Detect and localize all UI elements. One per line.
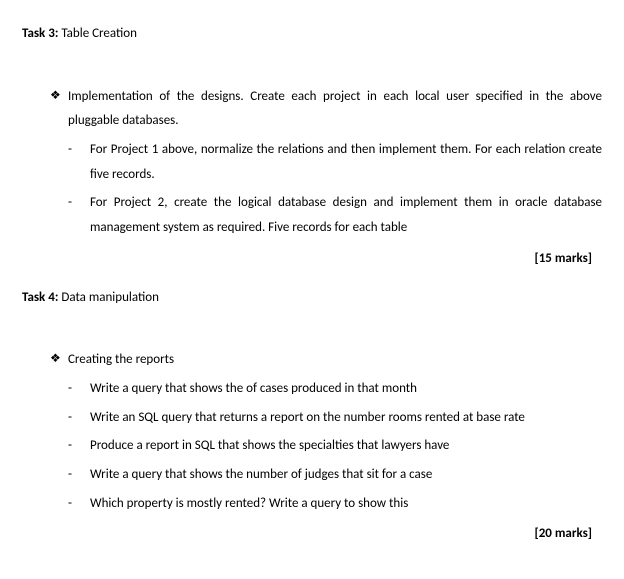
dash-text: Write a query that shows the of cases pr… — [90, 381, 417, 396]
task-3-dash-2: - For Project 2, create the logical data… — [68, 191, 602, 240]
task-4-title: Data manipulation — [58, 290, 159, 305]
task-4-dash-4: - Write a query that shows the number of… — [68, 463, 602, 488]
task-4-bullet-1: ❖ Creating the reports — [50, 348, 602, 373]
task-4-dash-3: - Produce a report in SQL that shows the… — [68, 434, 602, 459]
dash-text: Produce a report in SQL that shows the s… — [90, 438, 449, 453]
dash-text: Write an SQL query that returns a report… — [90, 410, 525, 425]
diamond-icon: ❖ — [50, 85, 61, 108]
dash-icon: - — [68, 138, 72, 163]
task-3-bullet-1: ❖ Implementation of the designs. Create … — [50, 85, 602, 134]
task-3-title: Table Creation — [58, 26, 137, 41]
dash-icon: - — [68, 377, 72, 402]
dash-text: For Project 2, create the logical databa… — [90, 195, 602, 235]
task-3-heading: Task 3: Table Creation — [22, 22, 602, 47]
task-3-dash-1: - For Project 1 above, normalize the rel… — [68, 138, 602, 187]
dash-text: Write a query that shows the number of j… — [90, 467, 432, 482]
task-4-label: Task 4: — [22, 290, 58, 305]
task-3-marks: [15 marks] — [22, 247, 602, 272]
task-4-dash-5: - Which property is mostly rented? Write… — [68, 492, 602, 517]
dash-icon: - — [68, 406, 72, 431]
dash-text: For Project 1 above, normalize the relat… — [90, 142, 602, 182]
task-4-heading: Task 4: Data manipulation — [22, 286, 602, 311]
dash-icon: - — [68, 463, 72, 488]
dash-text: Which property is mostly rented? Write a… — [90, 496, 408, 511]
task-3-label: Task 3: — [22, 26, 58, 41]
bullet-text: Creating the reports — [68, 352, 174, 367]
dash-icon: - — [68, 191, 72, 216]
dash-icon: - — [68, 434, 72, 459]
diamond-icon: ❖ — [50, 348, 61, 371]
dash-icon: - — [68, 492, 72, 517]
task-4-dash-2: - Write an SQL query that returns a repo… — [68, 406, 602, 431]
task-4-marks: [20 marks] — [22, 522, 602, 547]
task-4-dash-1: - Write a query that shows the of cases … — [68, 377, 602, 402]
bullet-text: Implementation of the designs. Create ea… — [68, 89, 602, 129]
